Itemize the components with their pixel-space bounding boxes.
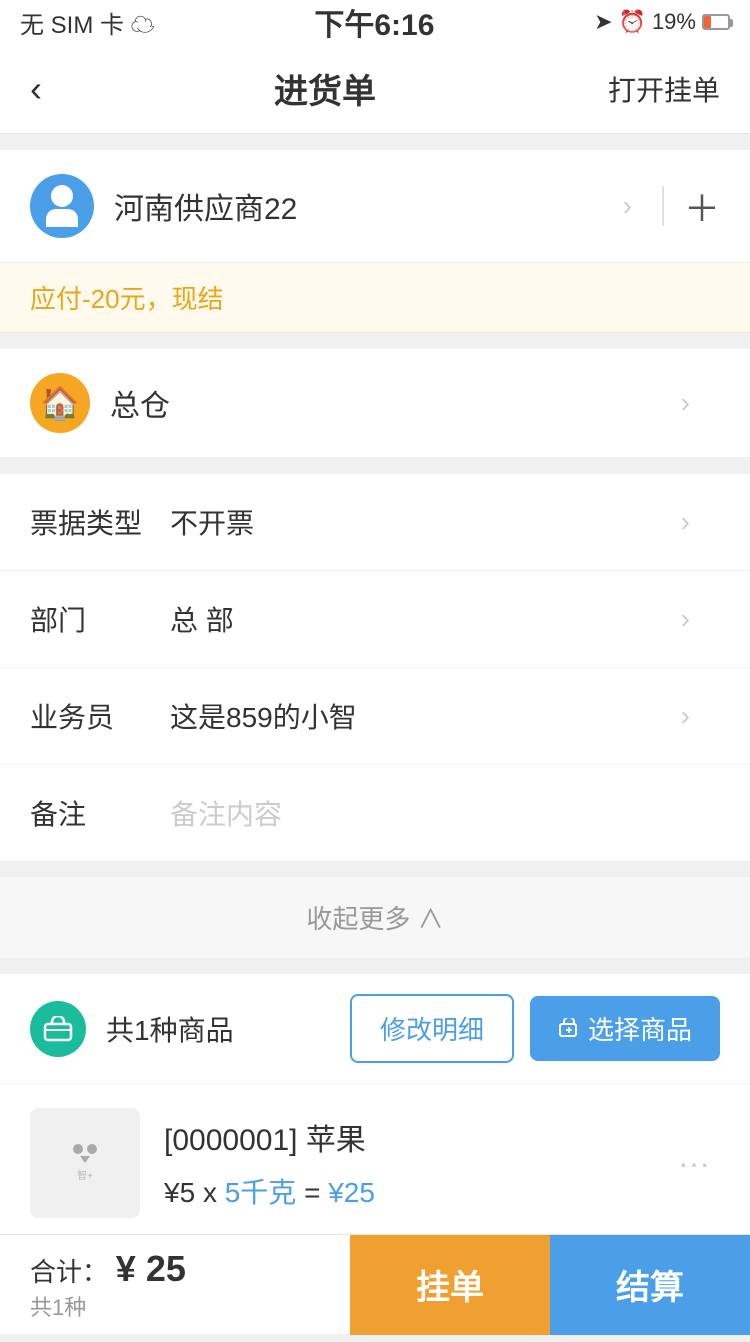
total-row: 合计： ¥ 25 bbox=[30, 1248, 320, 1290]
product-multiply-icon: x bbox=[203, 1177, 225, 1208]
supplier-avatar bbox=[30, 174, 94, 238]
product-thumbnail: 智+ bbox=[30, 1108, 140, 1218]
invoice-type-label: 票据类型 bbox=[30, 502, 170, 542]
supplier-notice: 应付-20元，现结 bbox=[0, 263, 750, 333]
person-icon bbox=[46, 185, 78, 227]
products-header: 共1种商品 修改明细 选择商品 bbox=[0, 974, 750, 1083]
products-icon bbox=[30, 1001, 86, 1057]
product-total: ¥25 bbox=[328, 1177, 375, 1208]
warehouse-row[interactable]: 🏠 总仓 › bbox=[0, 349, 750, 457]
owl-logo-icon: 智+ bbox=[73, 1144, 97, 1182]
product-equals-icon: = bbox=[304, 1177, 328, 1208]
product-price: ¥5 x 5千克 = ¥25 bbox=[164, 1171, 668, 1211]
supplier-row[interactable]: 河南供应商22 › ＋ bbox=[0, 150, 750, 263]
product-title: 苹果 bbox=[306, 1124, 366, 1157]
warehouse-icon: 🏠 bbox=[30, 373, 90, 433]
product-item: 智+ [0000001] 苹果 ¥5 x 5千克 = ¥25 ··· bbox=[0, 1083, 750, 1242]
salesperson-label: 业务员 bbox=[30, 696, 170, 736]
bottom-bar: 合计： ¥ 25 共1种 挂单 结算 bbox=[0, 1234, 750, 1334]
status-left: 无 SIM 卡 ☁ bbox=[20, 5, 155, 40]
sim-label: 无 SIM 卡 ☁ bbox=[20, 5, 155, 40]
total-label: 合计： bbox=[30, 1257, 108, 1287]
battery-label: 19% bbox=[652, 9, 696, 35]
open-hang-button[interactable]: 打开挂单 bbox=[608, 69, 720, 109]
warehouse-chevron-icon: › bbox=[681, 387, 690, 419]
products-section: 共1种商品 修改明细 选择商品 智+ bbox=[0, 974, 750, 1242]
product-more-button[interactable]: ··· bbox=[668, 1135, 720, 1192]
invoice-type-value: 不开票 bbox=[170, 502, 681, 542]
salesperson-value: 这是859的小智 bbox=[170, 696, 681, 736]
department-label: 部门 bbox=[30, 599, 170, 639]
warehouse-name: 总仓 bbox=[110, 381, 681, 425]
status-time: 下午6:16 bbox=[314, 0, 434, 44]
invoice-type-chevron-icon: › bbox=[681, 506, 690, 538]
product-unit-price: ¥5 bbox=[164, 1177, 195, 1208]
edit-detail-button[interactable]: 修改明细 bbox=[350, 994, 514, 1063]
product-info: [0000001] 苹果 ¥5 x 5千克 = ¥25 bbox=[164, 1115, 668, 1211]
department-row[interactable]: 部门 总 部 › bbox=[0, 570, 750, 667]
salesperson-chevron-icon: › bbox=[681, 700, 690, 732]
total-section: 合计： ¥ 25 共1种 bbox=[0, 1248, 350, 1322]
total-amount: ¥ 25 bbox=[116, 1248, 186, 1289]
remark-value: 备注内容 bbox=[170, 793, 720, 833]
products-count: 共1种商品 bbox=[106, 1009, 350, 1049]
product-name: [0000001] 苹果 bbox=[164, 1115, 668, 1159]
total-count: 共1种 bbox=[30, 1290, 320, 1322]
select-product-button[interactable]: 选择商品 bbox=[530, 996, 720, 1061]
status-right: ➤ ⏰ 19% bbox=[594, 9, 730, 35]
battery-icon bbox=[702, 14, 730, 30]
status-bar: 无 SIM 卡 ☁ 下午6:16 ➤ ⏰ 19% bbox=[0, 0, 750, 44]
location-icon: ➤ bbox=[594, 9, 612, 35]
department-chevron-icon: › bbox=[681, 603, 690, 635]
supplier-chevron-icon: › bbox=[623, 190, 632, 222]
department-value: 总 部 bbox=[170, 599, 681, 639]
select-product-label: 选择商品 bbox=[588, 1010, 692, 1047]
warehouse-section: 🏠 总仓 › bbox=[0, 349, 750, 457]
product-code: [0000001] bbox=[164, 1124, 297, 1157]
hang-button[interactable]: 挂单 bbox=[350, 1235, 550, 1335]
nav-bar: ‹ 进货单 打开挂单 bbox=[0, 44, 750, 134]
alarm-icon: ⏰ bbox=[619, 9, 646, 35]
supplier-divider bbox=[662, 186, 664, 226]
form-section: 票据类型 不开票 › 部门 总 部 › 业务员 这是859的小智 › 备注 备注… bbox=[0, 473, 750, 861]
invoice-type-row[interactable]: 票据类型 不开票 › bbox=[0, 473, 750, 570]
remark-label: 备注 bbox=[30, 793, 170, 833]
collapse-row[interactable]: 收起更多 ∧ bbox=[0, 877, 750, 958]
checkout-button[interactable]: 结算 bbox=[550, 1235, 750, 1335]
cart-icon bbox=[558, 1018, 580, 1040]
back-button[interactable]: ‹ bbox=[30, 68, 42, 110]
salesperson-row[interactable]: 业务员 这是859的小智 › bbox=[0, 667, 750, 764]
remark-row[interactable]: 备注 备注内容 bbox=[0, 764, 750, 861]
add-supplier-button[interactable]: ＋ bbox=[684, 180, 720, 232]
supplier-name: 河南供应商22 bbox=[114, 184, 623, 228]
product-quantity: 5千克 bbox=[225, 1177, 297, 1208]
page-title: 进货单 bbox=[274, 64, 376, 113]
supplier-section: 河南供应商22 › ＋ 应付-20元，现结 bbox=[0, 150, 750, 333]
